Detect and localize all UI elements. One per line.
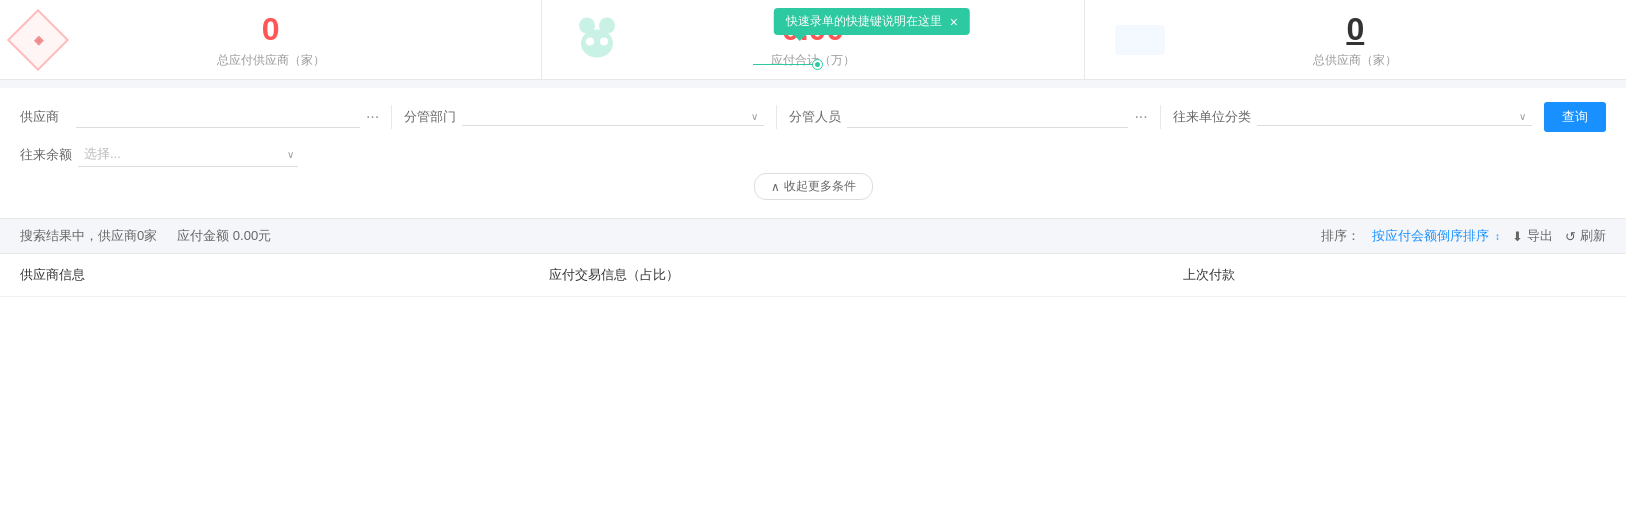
export-icon: ⬇: [1512, 229, 1523, 244]
collapse-chevron: ∧: [771, 180, 780, 194]
tooltip-close-btn[interactable]: ×: [950, 14, 958, 30]
refresh-label: 刷新: [1580, 227, 1606, 245]
collapse-label: 收起更多条件: [784, 178, 856, 195]
person-dots[interactable]: ···: [1134, 108, 1147, 126]
stat-supplier-number: 0: [1346, 10, 1364, 48]
divider-3: [1160, 105, 1161, 129]
supplier-label: 供应商: [20, 108, 70, 126]
supplier-dots[interactable]: ···: [366, 108, 379, 126]
balance-select-wrapper[interactable]: 选择... ∨: [78, 142, 298, 167]
stat-payable-total: 快速录单的快捷键说明在这里 × 0.00 应付合计（万）: [542, 0, 1084, 79]
filter-supplier-field: 供应商 ···: [20, 106, 379, 128]
refresh-icon: ↺: [1565, 229, 1576, 244]
unit-category-select[interactable]: ∨: [1257, 108, 1532, 126]
stat-payable-number: 0: [262, 10, 280, 48]
sort-label: 排序：: [1321, 227, 1360, 245]
filter-row-2: 往来余额 选择... ∨: [20, 142, 1606, 167]
department-chevron: ∨: [751, 111, 758, 122]
col-lastpay-header: 上次付款: [1183, 266, 1606, 284]
balance-placeholder: 选择...: [78, 142, 287, 166]
export-button[interactable]: ⬇ 导出: [1512, 227, 1553, 245]
sort-arrow: ↕: [1495, 231, 1500, 242]
filter-person-field: 分管人员 ···: [789, 106, 1148, 128]
query-button[interactable]: 查询: [1544, 102, 1606, 132]
unit-category-chevron: ∨: [1519, 111, 1526, 122]
export-label: 导出: [1527, 227, 1553, 245]
stats-bar: ◈ 0 总应付供应商（家） 快速录单的快捷键说明在这里 ×: [0, 0, 1626, 80]
divider-1: [391, 105, 392, 129]
divider-2: [776, 105, 777, 129]
result-text2: 应付金额 0.00元: [177, 227, 271, 245]
unit-category-label: 往来单位分类: [1173, 108, 1251, 126]
shortcut-tooltip: 快速录单的快捷键说明在这里 ×: [774, 8, 970, 35]
stat-total-suppliers: 0 总供应商（家）: [1085, 0, 1626, 79]
refresh-button[interactable]: ↺ 刷新: [1565, 227, 1606, 245]
stat-payable-label: 总应付供应商（家）: [217, 52, 325, 69]
stat-supplier-label: 总供应商（家）: [1313, 52, 1397, 69]
balance-chevron: ∨: [287, 149, 298, 160]
sort-value[interactable]: 按应付会额倒序排序 ↕: [1372, 227, 1500, 245]
balance-label: 往来余额: [20, 146, 72, 164]
filter-bar: 供应商 ··· 分管部门 ∨ 分管人员 ··· 往来单位分类 ∨: [0, 88, 1626, 219]
svg-point-4: [600, 37, 608, 45]
result-text1: 搜索结果中，供应商0家: [20, 227, 157, 245]
department-label: 分管部门: [404, 108, 456, 126]
person-label: 分管人员: [789, 108, 841, 126]
result-bar: 搜索结果中，供应商0家 应付金额 0.00元 排序： 按应付会额倒序排序 ↕ ⬇…: [0, 219, 1626, 254]
svg-point-3: [586, 37, 594, 45]
logo-diamond: ◈: [7, 8, 69, 70]
supplier-input[interactable]: [76, 106, 360, 128]
filter-row-1: 供应商 ··· 分管部门 ∨ 分管人员 ··· 往来单位分类 ∨: [20, 102, 1606, 132]
col-transaction-header: 应付交易信息（占比）: [549, 266, 1183, 284]
filter-unit-category-field: 往来单位分类 ∨: [1173, 108, 1532, 126]
tooltip-text: 快速录单的快捷键说明在这里: [786, 13, 942, 30]
col-supplier-header: 供应商信息: [20, 266, 549, 284]
collapse-row: ∧ 收起更多条件: [20, 173, 1606, 200]
bear-icon: [572, 13, 622, 66]
filter-balance-field: 往来余额 选择... ∨: [20, 142, 340, 167]
table-header: 供应商信息 应付交易信息（占比） 上次付款: [0, 254, 1626, 297]
result-actions: 排序： 按应付会额倒序排序 ↕ ⬇ 导出 ↺ 刷新: [1321, 227, 1606, 245]
filter-department-field: 分管部门 ∨: [404, 108, 763, 126]
table-body: [0, 297, 1626, 515]
person-input[interactable]: [847, 106, 1129, 128]
stat-payable-suppliers: ◈ 0 总应付供应商（家）: [0, 0, 542, 79]
sort-value-text: 按应付会额倒序排序: [1372, 228, 1489, 243]
collapse-button[interactable]: ∧ 收起更多条件: [754, 173, 873, 200]
svg-point-5: [591, 44, 603, 52]
department-select[interactable]: ∨: [462, 108, 763, 126]
result-info: 搜索结果中，供应商0家 应付金额 0.00元: [20, 227, 271, 245]
svg-point-2: [581, 29, 613, 57]
placeholder-icon: [1115, 25, 1165, 55]
